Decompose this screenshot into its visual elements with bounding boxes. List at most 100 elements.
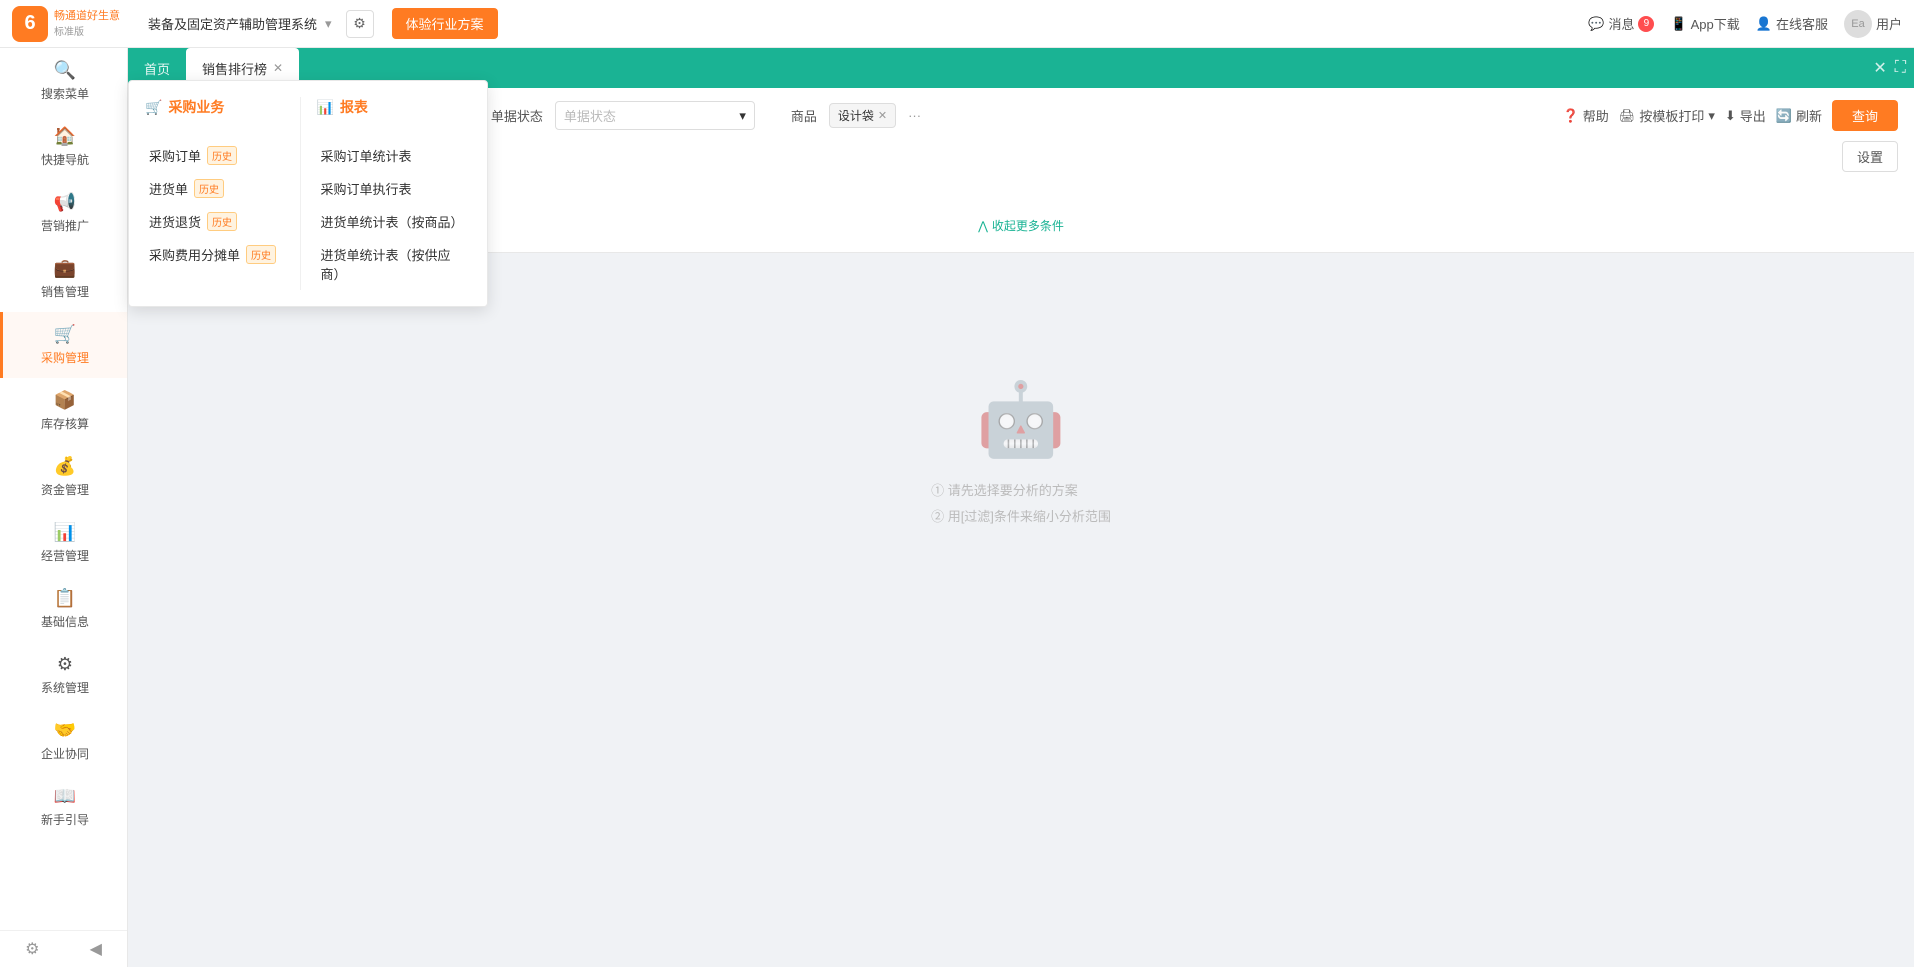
app-download-label: App下载 bbox=[1691, 14, 1740, 33]
dropdown-item-return[interactable]: 进货退货 历史 bbox=[145, 205, 300, 238]
user-label: 用户 bbox=[1876, 14, 1902, 33]
export-btn[interactable]: ⬇ 导出 bbox=[1725, 106, 1766, 125]
po-stats-label: 采购订单统计表 bbox=[321, 146, 412, 165]
system-icon: ⚙ bbox=[57, 654, 73, 675]
print-dropdown-icon: ▾ bbox=[1708, 108, 1715, 124]
sidebar-item-quick-nav-label: 快捷导航 bbox=[41, 151, 89, 168]
empty-state: 🤖 ① 请先选择要分析的方案 ② 用[过滤]条件来缩小分析范围 bbox=[128, 253, 1914, 653]
print-label: 按模板打印 bbox=[1639, 106, 1704, 125]
home-icon: 🏠 bbox=[54, 126, 76, 147]
sidebar-item-basic-label: 基础信息 bbox=[41, 613, 89, 630]
empty-hint-1: ① 请先选择要分析的方案 ② 用[过滤]条件来缩小分析范围 bbox=[931, 478, 1111, 530]
sidebar-item-guide[interactable]: 📖 新手引导 bbox=[0, 774, 127, 840]
app-download-btn[interactable]: 📱 App下载 bbox=[1670, 14, 1739, 33]
return-label: 进货退货 bbox=[149, 212, 201, 231]
sidebar-settings-btn[interactable]: ⚙ bbox=[25, 939, 39, 959]
collapse-icon: ⋀ bbox=[978, 219, 988, 233]
sales-icon: 💼 bbox=[54, 258, 76, 279]
tab-close-window-icon[interactable]: ✕ bbox=[1873, 58, 1886, 78]
sidebar-item-system[interactable]: ⚙ 系统管理 bbox=[0, 642, 127, 708]
dropdown-item-inbound[interactable]: 进货单 历史 bbox=[145, 172, 300, 205]
collapse-btn[interactable]: ⋀ 收起更多条件 bbox=[978, 211, 1064, 240]
messages-badge: 9 bbox=[1638, 16, 1654, 32]
sidebar-item-marketing[interactable]: 📢 营销推广 bbox=[0, 180, 127, 246]
purchase-col: 🛒 采购业务 采购订单 历史 进货单 历史 进货退货 历史 采购费用分摊单 bbox=[145, 97, 300, 290]
sidebar-item-marketing-label: 营销推广 bbox=[41, 217, 89, 234]
finance-icon: 💰 bbox=[54, 456, 76, 477]
print-icon: 🖨 bbox=[1619, 108, 1636, 124]
sidebar-item-basic[interactable]: 📋 基础信息 bbox=[0, 576, 127, 642]
tab-close-btn[interactable]: ✕ bbox=[273, 61, 283, 75]
sidebar-item-search[interactable]: 🔍 搜索菜单 bbox=[0, 48, 127, 114]
sidebar-item-purchase-label: 采购管理 bbox=[41, 349, 89, 366]
voucher-status-dropdown-icon: ▾ bbox=[739, 108, 746, 124]
sidebar-item-enterprise[interactable]: 🤝 企业协同 bbox=[0, 708, 127, 774]
inventory-icon: 📦 bbox=[54, 390, 76, 411]
logo-tag: 标准版 bbox=[54, 23, 120, 38]
operations-icon: 📊 bbox=[54, 522, 76, 543]
dropdown-item-purchase-order[interactable]: 采购订单 历史 bbox=[145, 139, 300, 172]
sidebar-item-sales[interactable]: 💼 销售管理 bbox=[0, 246, 127, 312]
report-col-title: 📊 报表 bbox=[317, 97, 472, 125]
help-btn[interactable]: ❓ 帮助 bbox=[1563, 106, 1609, 125]
logo-icon: 6 bbox=[12, 6, 48, 42]
industry-btn[interactable]: 体验行业方案 bbox=[392, 8, 498, 39]
dropdown-item-inbound-goods[interactable]: 进货单统计表（按商品） bbox=[317, 205, 472, 238]
inbound-label: 进货单 bbox=[149, 179, 188, 198]
query-btn[interactable]: 查询 bbox=[1832, 100, 1898, 131]
refresh-icon: 🔄 bbox=[1776, 108, 1792, 124]
export-icon: ⬇ bbox=[1725, 108, 1736, 124]
sidebar-bottom: ⚙ ◀ bbox=[0, 930, 127, 967]
settings-button[interactable]: ⚙ bbox=[346, 10, 374, 38]
inbound-history-badge: 历史 bbox=[194, 179, 224, 198]
refresh-label: 刷新 bbox=[1796, 106, 1822, 125]
sidebar-item-purchase[interactable]: 🛒 采购管理 bbox=[0, 312, 127, 378]
sidebar-item-finance-label: 资金管理 bbox=[41, 481, 89, 498]
report-col: 📊 报表 采购订单统计表 采购订单执行表 进货单统计表（按商品） 进货单统计表（… bbox=[300, 97, 472, 290]
print-btn[interactable]: 🖨 按模板打印 ▾ bbox=[1619, 106, 1715, 125]
service-icon: 👤 bbox=[1756, 16, 1772, 32]
dropdown-item-expense[interactable]: 采购费用分摊单 历史 bbox=[145, 238, 300, 271]
empty-icon: 🤖 bbox=[976, 377, 1066, 462]
voucher-status-select[interactable]: 单据状态 ▾ bbox=[555, 101, 755, 130]
messages-label: 消息 bbox=[1608, 14, 1634, 33]
goods-tag-value: 设计袋 bbox=[838, 107, 874, 124]
online-service-btn[interactable]: 👤 在线客服 bbox=[1756, 14, 1828, 33]
dropdown-cols: 🛒 采购业务 采购订单 历史 进货单 历史 进货退货 历史 采购费用分摊单 bbox=[145, 97, 471, 290]
goods-tag-close-icon[interactable]: ✕ bbox=[878, 109, 887, 122]
sidebar-item-operations[interactable]: 📊 经营管理 bbox=[0, 510, 127, 576]
sidebar-item-finance[interactable]: 💰 资金管理 bbox=[0, 444, 127, 510]
dropdown-item-po-exec[interactable]: 采购订单执行表 bbox=[317, 172, 472, 205]
purchase-icon: 🛒 bbox=[54, 324, 76, 345]
sidebar-item-quick-nav[interactable]: 🏠 快捷导航 bbox=[0, 114, 127, 180]
user-area[interactable]: Ea 用户 bbox=[1844, 10, 1902, 38]
goods-more-btn[interactable]: ··· bbox=[908, 108, 921, 123]
system-title-dropdown-icon[interactable]: ▾ bbox=[325, 16, 332, 32]
system-title-area: 装备及固定资产辅助管理系统 ▾ ⚙ 体验行业方案 bbox=[148, 8, 498, 39]
purchase-col-title-text: 采购业务 bbox=[168, 97, 224, 117]
logo-info: 畅通道好生意 标准版 bbox=[54, 9, 120, 38]
logo-text: 畅通道好生意 bbox=[54, 9, 120, 23]
tab-sales-rank-label: 销售排行榜 bbox=[202, 59, 267, 78]
messages-btn[interactable]: 💬 消息 9 bbox=[1588, 14, 1654, 33]
voucher-status-label: 单据状态 bbox=[491, 106, 543, 125]
dropdown-item-inbound-supplier[interactable]: 进货单统计表（按供应商） bbox=[317, 238, 472, 290]
setting-btn[interactable]: 设置 bbox=[1842, 141, 1898, 172]
tab-maximize-icon[interactable]: ⛶ bbox=[1895, 59, 1906, 77]
sidebar-item-sales-label: 销售管理 bbox=[41, 283, 89, 300]
refresh-btn[interactable]: 🔄 刷新 bbox=[1776, 106, 1822, 125]
sidebar-collapse-btn[interactable]: ◀ bbox=[90, 939, 102, 959]
goods-label: 商品 bbox=[791, 106, 817, 125]
voucher-status-value: 单据状态 bbox=[564, 106, 616, 125]
phone-icon: 📱 bbox=[1670, 16, 1686, 32]
report-col-icon: 📊 bbox=[317, 99, 334, 116]
collapse-label: 收起更多条件 bbox=[992, 217, 1064, 234]
tab-home-label: 首页 bbox=[144, 59, 170, 78]
inbound-supplier-label: 进货单统计表（按供应商） bbox=[321, 245, 468, 283]
help-icon: ❓ bbox=[1563, 108, 1579, 124]
top-bar-right: 💬 消息 9 📱 App下载 👤 在线客服 Ea 用户 bbox=[1588, 10, 1902, 38]
sidebar-item-inventory[interactable]: 📦 库存核算 bbox=[0, 378, 127, 444]
expense-label: 采购费用分摊单 bbox=[149, 245, 240, 264]
dropdown-item-po-stats[interactable]: 采购订单统计表 bbox=[317, 139, 472, 172]
sidebar-item-operations-label: 经营管理 bbox=[41, 547, 89, 564]
